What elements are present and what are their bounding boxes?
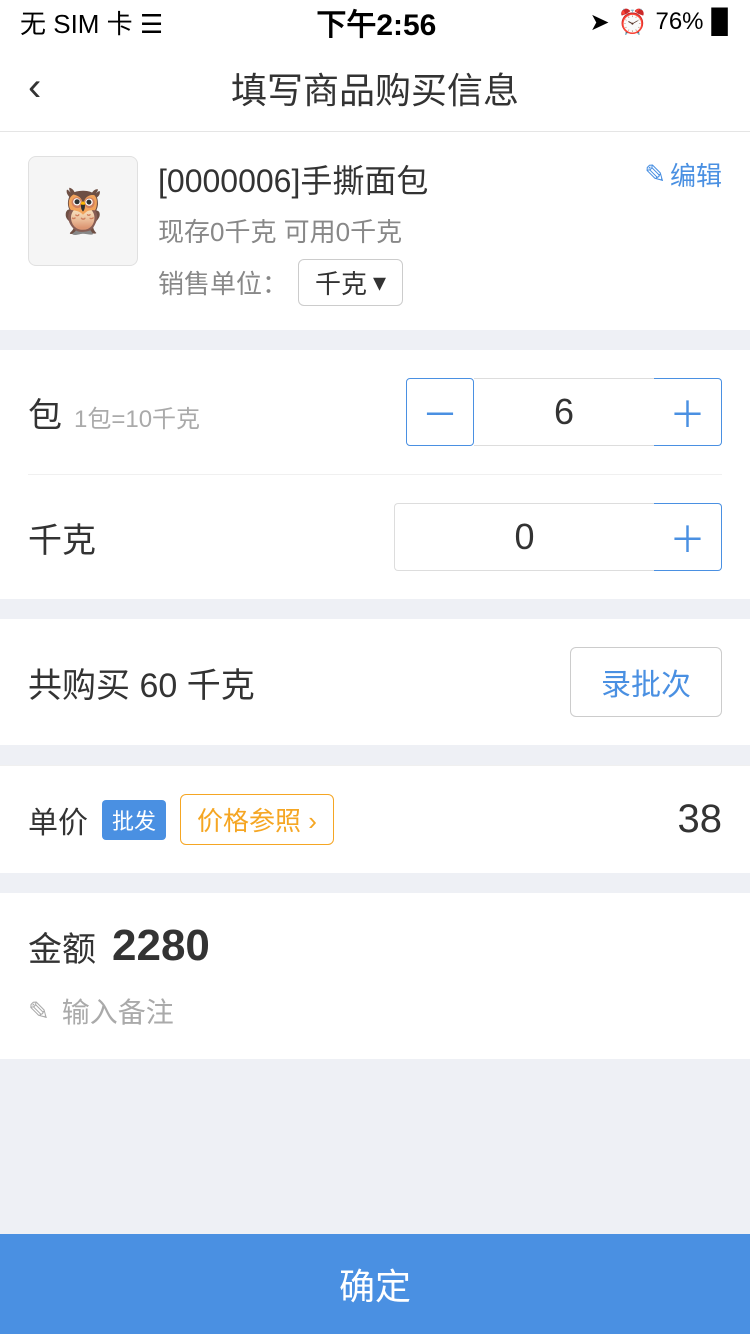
form-row-bao: 包 1包=10千克 － ＋ bbox=[28, 350, 722, 475]
remark-row[interactable]: ✎ 输入备注 bbox=[28, 991, 722, 1031]
status-left: 无 SIM 卡 ☰ bbox=[20, 4, 163, 41]
status-time: 下午2:56 bbox=[316, 0, 436, 44]
bao-increment-button[interactable]: ＋ bbox=[654, 378, 722, 446]
unit-value: 千克 bbox=[315, 264, 367, 301]
form-row-kg: 千克 ＋ bbox=[28, 475, 722, 599]
price-label: 单价 批发 价格参照 › bbox=[28, 794, 334, 845]
unit-label: 销售单位： bbox=[158, 264, 288, 301]
product-info-header: [0000006]手撕面包 ✎ 编辑 bbox=[158, 156, 722, 202]
product-card: 🦉 [0000006]手撕面包 ✎ 编辑 现存0千克 可用0千克 销售单位： 千… bbox=[0, 132, 750, 330]
edit-icon: ✎ bbox=[644, 159, 666, 190]
back-button[interactable]: ‹ bbox=[28, 65, 41, 110]
chevron-down-icon: ▾ bbox=[373, 267, 386, 298]
alarm-icon: ⏰ bbox=[618, 8, 648, 37]
amount-value: 2280 bbox=[112, 921, 210, 971]
location-icon: ➤ bbox=[589, 8, 609, 37]
product-info: [0000006]手撕面包 ✎ 编辑 现存0千克 可用0千克 销售单位： 千克 … bbox=[158, 156, 722, 306]
kg-controls: ＋ bbox=[394, 503, 722, 571]
spacer bbox=[0, 1059, 750, 1234]
battery-level: 76% bbox=[655, 8, 703, 36]
form-section: 包 1包=10千克 － ＋ 千克 ＋ bbox=[0, 350, 750, 599]
confirm-button[interactable]: 确定 bbox=[0, 1234, 750, 1334]
content-area: 🦉 [0000006]手撕面包 ✎ 编辑 现存0千克 可用0千克 销售单位： 千… bbox=[0, 132, 750, 1334]
product-thumbnail: 🦉 bbox=[28, 156, 138, 266]
remark-placeholder: 输入备注 bbox=[62, 991, 174, 1031]
price-section: 单价 批发 价格参照 › 38 bbox=[0, 765, 750, 873]
amount-label: 金额 bbox=[28, 922, 96, 971]
bao-controls: － ＋ bbox=[406, 378, 722, 446]
unit-selector[interactable]: 千克 ▾ bbox=[298, 259, 403, 306]
batch-button[interactable]: 录批次 bbox=[570, 647, 722, 717]
amount-section: 金额 2280 ✎ 输入备注 bbox=[0, 873, 750, 1059]
bao-decrement-button[interactable]: － bbox=[406, 378, 474, 446]
product-unit-row: 销售单位： 千克 ▾ bbox=[158, 259, 722, 306]
kg-label-text: 千克 bbox=[28, 513, 96, 562]
total-row: 共购买 60 千克 录批次 bbox=[0, 619, 750, 745]
page-title: 填写商品购买信息 bbox=[231, 62, 519, 114]
price-tag: 批发 bbox=[102, 800, 166, 840]
bao-label-text: 包 bbox=[28, 388, 62, 437]
sim-status: 无 SIM 卡 ☰ bbox=[20, 4, 163, 41]
status-right: ➤ ⏰ 76% ▉ bbox=[589, 8, 730, 37]
price-value: 38 bbox=[678, 797, 723, 842]
product-stock: 现存0千克 可用0千克 bbox=[158, 212, 722, 249]
nav-bar: ‹ 填写商品购买信息 bbox=[0, 44, 750, 132]
bao-label-sub: 1包=10千克 bbox=[74, 399, 200, 434]
section-gap-1 bbox=[0, 330, 750, 350]
bao-label: 包 1包=10千克 bbox=[28, 388, 200, 437]
edit-label: 编辑 bbox=[670, 156, 722, 193]
pencil-icon: ✎ bbox=[28, 996, 50, 1027]
bao-quantity-input[interactable] bbox=[474, 378, 654, 446]
status-bar: 无 SIM 卡 ☰ 下午2:56 ➤ ⏰ 76% ▉ bbox=[0, 0, 750, 44]
section-gap-2 bbox=[0, 599, 750, 619]
kg-label: 千克 bbox=[28, 513, 96, 562]
kg-increment-button[interactable]: ＋ bbox=[654, 503, 722, 571]
edit-button[interactable]: ✎ 编辑 bbox=[644, 156, 722, 193]
product-name: [0000006]手撕面包 bbox=[158, 156, 428, 202]
price-label-text: 单价 bbox=[28, 798, 88, 842]
kg-quantity-input[interactable] bbox=[394, 503, 654, 571]
battery-icon: ▉ bbox=[712, 8, 730, 37]
price-ref-button[interactable]: 价格参照 › bbox=[180, 794, 334, 845]
product-thumb-icon: 🦉 bbox=[56, 185, 111, 237]
amount-row: 金额 2280 bbox=[28, 921, 722, 971]
section-gap-3 bbox=[0, 745, 750, 765]
total-label: 共购买 60 千克 bbox=[28, 658, 255, 707]
